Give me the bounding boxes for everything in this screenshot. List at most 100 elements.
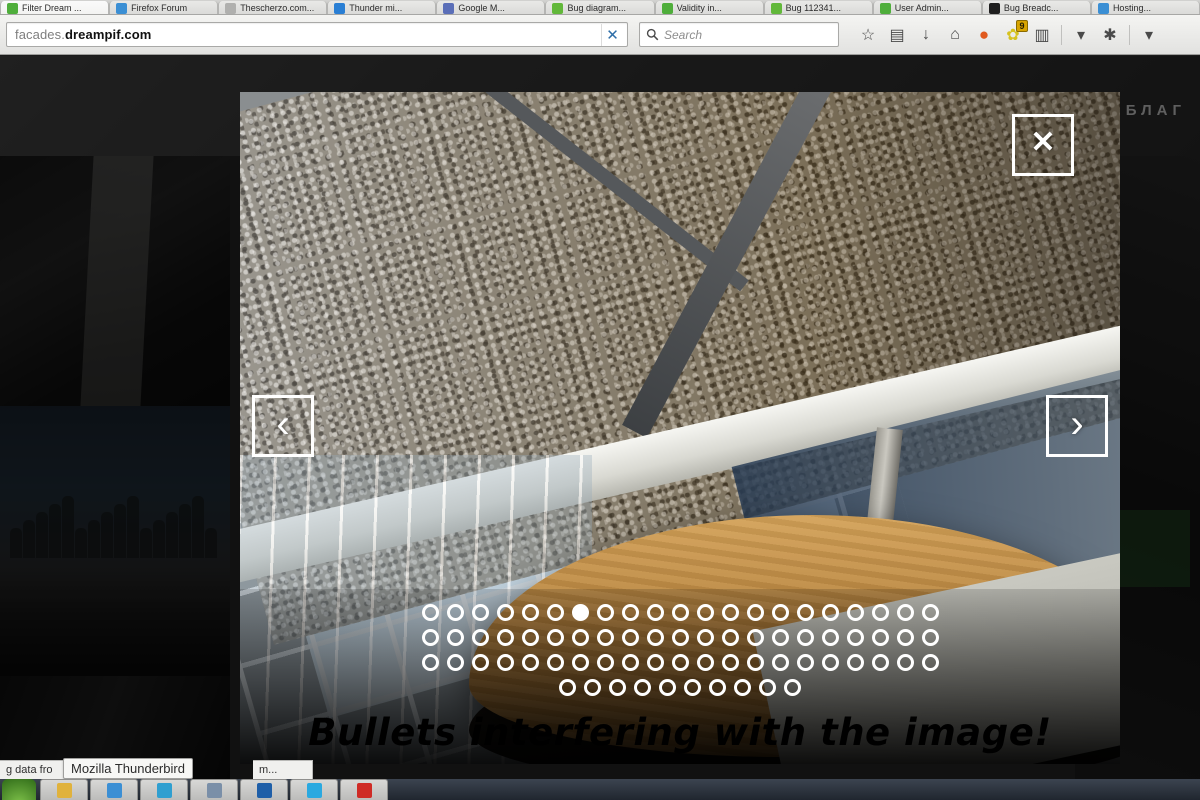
bullet[interactable] [671, 629, 689, 646]
bullet[interactable] [521, 654, 539, 671]
bullet[interactable] [496, 654, 514, 671]
bullet[interactable] [446, 629, 464, 646]
bullet[interactable] [609, 679, 626, 696]
bullet[interactable] [696, 654, 714, 671]
reader-list-icon[interactable]: ▤ [883, 21, 911, 49]
bullet[interactable] [521, 629, 539, 646]
bullet[interactable] [646, 654, 664, 671]
search-bar[interactable]: Search [639, 22, 839, 47]
bullet[interactable] [621, 604, 639, 621]
bullet[interactable] [846, 654, 864, 671]
bullet[interactable] [671, 654, 689, 671]
os-taskbar[interactable] [0, 779, 1200, 800]
bullet[interactable] [921, 654, 939, 671]
bullet[interactable] [471, 654, 489, 671]
bullet[interactable] [721, 654, 739, 671]
bullet[interactable] [584, 679, 601, 696]
bullet[interactable] [634, 679, 651, 696]
bullet[interactable] [596, 629, 614, 646]
bullet[interactable] [921, 604, 939, 621]
bullet[interactable] [771, 629, 789, 646]
bullet[interactable] [446, 654, 464, 671]
bullet[interactable] [721, 604, 739, 621]
bullet[interactable] [646, 604, 664, 621]
duckduckgo-icon[interactable]: ● [970, 21, 998, 49]
bullet[interactable] [896, 604, 914, 621]
bullet[interactable] [659, 679, 676, 696]
browser-tab[interactable]: Filter Dream ... [0, 1, 110, 14]
bullet[interactable] [559, 679, 576, 696]
lightbox-previous-button[interactable]: ‹ [252, 395, 314, 457]
browser-tab[interactable]: Thescherzo.com... [218, 1, 328, 14]
bullet[interactable] [796, 629, 814, 646]
taskbar-file-manager[interactable] [40, 779, 88, 800]
bullet-active[interactable] [571, 604, 589, 621]
bullet[interactable] [796, 604, 814, 621]
bullet[interactable] [771, 604, 789, 621]
bullet[interactable] [746, 604, 764, 621]
bullet[interactable] [571, 629, 589, 646]
bookmark-star-icon[interactable]: ☆ [854, 21, 882, 49]
bullet[interactable] [871, 604, 889, 621]
bullet[interactable] [821, 604, 839, 621]
bullet[interactable] [671, 604, 689, 621]
bullet[interactable] [446, 604, 464, 621]
bullet[interactable] [746, 629, 764, 646]
bullet[interactable] [821, 654, 839, 671]
taskbar-editor[interactable] [190, 779, 238, 800]
browser-tab[interactable]: Validity in... [654, 1, 764, 14]
extension-document-icon[interactable]: ▥ [1028, 21, 1056, 49]
bullet[interactable] [546, 629, 564, 646]
lightbox-bullet-pagination[interactable] [240, 604, 1120, 696]
browser-tab[interactable]: Hosting... [1090, 1, 1200, 14]
bullet[interactable] [796, 654, 814, 671]
taskbar-pdf[interactable] [340, 779, 388, 800]
downloads-icon[interactable]: ↓ [912, 21, 940, 49]
browser-tab-strip[interactable]: Filter Dream ... Firefox Forum Thescherzo.… [0, 0, 1200, 15]
bullet[interactable] [771, 654, 789, 671]
bullet[interactable] [871, 654, 889, 671]
bullet[interactable] [696, 629, 714, 646]
browser-tab[interactable]: User Admin... [872, 1, 982, 14]
bullet[interactable] [546, 604, 564, 621]
bullet[interactable] [784, 679, 801, 696]
extension-bug-icon[interactable]: ✱ [1096, 21, 1124, 49]
search-input-placeholder[interactable]: Search [664, 28, 702, 42]
bullet[interactable] [421, 654, 439, 671]
bullet[interactable] [496, 604, 514, 621]
lightbox-next-button[interactable]: › [1046, 395, 1108, 457]
taskbar-chat[interactable] [140, 779, 188, 800]
browser-tab[interactable]: Thunder mi... [327, 1, 437, 14]
home-icon[interactable]: ⌂ [941, 21, 969, 49]
browser-tab[interactable]: Bug diagram... [545, 1, 655, 14]
bullet[interactable] [521, 604, 539, 621]
bullet[interactable] [759, 679, 776, 696]
bullet[interactable] [621, 654, 639, 671]
bullet[interactable] [621, 629, 639, 646]
lightbox-close-button[interactable]: ✕ [1012, 114, 1074, 176]
menu-chevron-icon[interactable]: ▾ [1135, 21, 1163, 49]
bullet[interactable] [746, 654, 764, 671]
taskbar-thunderbird[interactable] [240, 779, 288, 800]
taskbar-terminal[interactable] [290, 779, 338, 800]
browser-tab[interactable]: Google M... [436, 1, 546, 14]
bullet[interactable] [696, 604, 714, 621]
bullet[interactable] [896, 629, 914, 646]
bullet[interactable] [596, 604, 614, 621]
overflow-chevron-icon[interactable]: ▾ [1067, 21, 1095, 49]
bullet[interactable] [921, 629, 939, 646]
start-button[interactable] [2, 779, 36, 800]
bullet[interactable] [721, 629, 739, 646]
bullet[interactable] [471, 604, 489, 621]
taskbar-browser[interactable] [90, 779, 138, 800]
address-bar[interactable]: facades.dreampif.com ✕ [6, 22, 628, 47]
bullet[interactable] [421, 604, 439, 621]
stop-loading-button[interactable]: ✕ [601, 23, 623, 46]
bullet[interactable] [646, 629, 664, 646]
bullet[interactable] [846, 604, 864, 621]
browser-tab[interactable]: Bug 112341... [763, 1, 873, 14]
bullet[interactable] [734, 679, 751, 696]
bullet[interactable] [871, 629, 889, 646]
bullet[interactable] [596, 654, 614, 671]
bullet[interactable] [846, 629, 864, 646]
